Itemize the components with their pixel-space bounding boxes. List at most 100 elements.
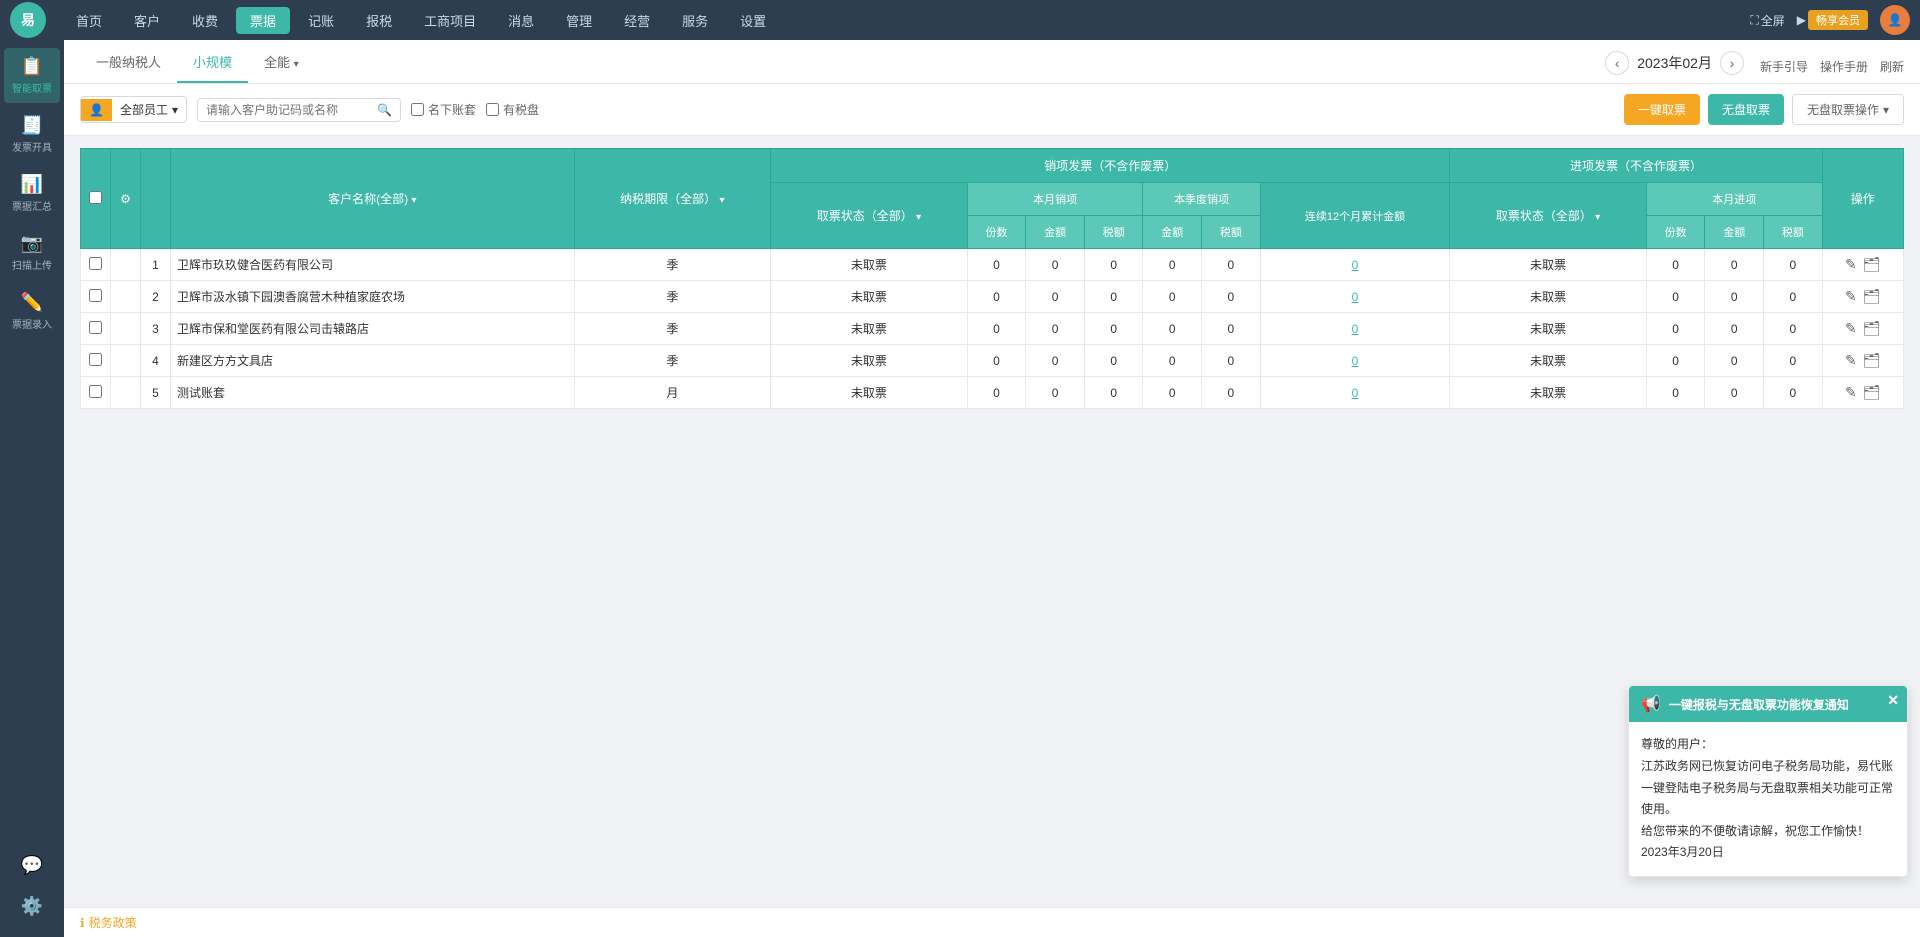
row-sales-monthly-amount: 0	[1026, 281, 1085, 313]
next-month-btn[interactable]: ›	[1720, 51, 1744, 75]
no-disk-ops-btn[interactable]: 无盘取票操作 ▾	[1792, 94, 1904, 125]
nav-operation[interactable]: 经营	[610, 7, 664, 34]
status-text[interactable]: 税务政策	[89, 914, 137, 931]
th-tax-period: 纳税期限（全部） ▾	[574, 149, 771, 249]
user-avatar[interactable]: 👤	[1880, 5, 1910, 35]
row-sales-quarterly-tax: 0	[1202, 345, 1261, 377]
tab-all[interactable]: 全能 ▾	[248, 42, 315, 83]
nav-business[interactable]: 工商项目	[410, 7, 490, 34]
no-disk-ticket-btn[interactable]: 无盘取票	[1708, 94, 1784, 125]
nav-tax[interactable]: 报税	[352, 7, 406, 34]
row-num: 3	[141, 313, 171, 345]
fullscreen-btn[interactable]: ⛶ 全屏	[1750, 12, 1784, 29]
row-checkbox[interactable]	[89, 353, 102, 366]
th-sales-status[interactable]: 取票状态（全部） ▾	[771, 183, 968, 249]
row-checkbox[interactable]	[89, 289, 102, 302]
nav-home[interactable]: 首页	[62, 7, 116, 34]
row-actions: ✎ 🗂	[1822, 249, 1903, 281]
new-guide-btn[interactable]: 新手引导	[1760, 58, 1808, 75]
tax-period-filter-icon[interactable]: ▾	[720, 195, 725, 206]
filter-icon[interactable]: ▾	[411, 195, 416, 206]
manual-btn[interactable]: 操作手册	[1820, 58, 1868, 75]
sidebar-item-invoice-summary[interactable]: 📊 票据汇总	[4, 166, 60, 221]
search-btn[interactable]: 🔍	[369, 99, 400, 121]
purchase-status-filter[interactable]: ▾	[1595, 212, 1600, 223]
sidebar-item-smart-ticket[interactable]: 📋 智能取票	[4, 48, 60, 103]
row-num: 5	[141, 377, 171, 409]
select-all-checkbox[interactable]	[89, 191, 102, 204]
row-purchase-monthly-amount: 0	[1705, 313, 1764, 345]
view-icon[interactable]: 🗂	[1863, 352, 1881, 369]
view-icon[interactable]: 🗂	[1863, 320, 1881, 337]
one-key-ticket-btn[interactable]: 一键取票	[1624, 94, 1700, 125]
row-sales-12m[interactable]: 0	[1260, 377, 1450, 409]
th-purchase-status[interactable]: 取票状态（全部） ▾	[1450, 183, 1647, 249]
employee-select[interactable]: 👤 全部员工 ▾	[80, 96, 187, 123]
row-purchase-monthly-amount: 0	[1705, 345, 1764, 377]
nav-fees[interactable]: 收费	[178, 7, 232, 34]
tab-small-scale[interactable]: 小规模	[177, 42, 248, 83]
nav-service[interactable]: 服务	[668, 7, 722, 34]
edit-icon[interactable]: ✎	[1845, 352, 1857, 369]
row-sales-12m[interactable]: 0	[1260, 313, 1450, 345]
info-icon: ℹ	[80, 916, 85, 930]
view-icon[interactable]: 🗂	[1863, 288, 1881, 305]
search-input[interactable]	[198, 99, 369, 121]
nav-customer[interactable]: 客户	[120, 7, 174, 34]
th-gear[interactable]: ⚙	[111, 149, 141, 249]
name-account-checkbox[interactable]: 名下账套	[411, 101, 476, 118]
row-actions: ✎ 🗂	[1822, 313, 1903, 345]
row-purchase-status: 未取票	[1450, 313, 1647, 345]
has-taxdisk-checkbox[interactable]: 有税盘	[486, 101, 539, 118]
vip-icon: ▶	[1797, 13, 1806, 27]
vip-badge[interactable]: 畅享会员	[1808, 10, 1868, 30]
has-taxdisk-check[interactable]	[486, 103, 499, 116]
th-sm-amount: 金额	[1026, 216, 1085, 249]
row-customer-name[interactable]: 新建区方方文具店	[171, 345, 575, 377]
row-sales-12m[interactable]: 0	[1260, 345, 1450, 377]
nav-settings[interactable]: 设置	[726, 7, 780, 34]
row-sales-12m[interactable]: 0	[1260, 281, 1450, 313]
name-account-check[interactable]	[411, 103, 424, 116]
top-nav: 易 首页 客户 收费 票据 记账 报税 工商项目 消息 管理 经营 服务 设置 …	[0, 0, 1920, 40]
th-purchase-group: 进项发票（不含作废票）	[1450, 149, 1822, 183]
sidebar-item-invoice-entry[interactable]: ✏️ 票据录入	[4, 284, 60, 339]
row-purchase-monthly-shares: 0	[1646, 377, 1705, 409]
refresh-btn[interactable]: 刷新	[1880, 58, 1904, 75]
sidebar-item-settings[interactable]: ⚙️	[4, 888, 60, 925]
tab-general-taxpayer[interactable]: 一般纳税人	[80, 42, 177, 83]
row-customer-name[interactable]: 卫辉市玖玖健合医药有限公司	[171, 249, 575, 281]
nav-invoice[interactable]: 票据	[236, 7, 290, 34]
row-customer-name[interactable]: 卫辉市保和堂医药有限公司击辕路店	[171, 313, 575, 345]
sidebar-item-scan-upload[interactable]: 📷 扫描上传	[4, 225, 60, 280]
row-sales-monthly-shares: 0	[967, 313, 1026, 345]
row-checkbox[interactable]	[89, 385, 102, 398]
edit-icon[interactable]: ✎	[1845, 384, 1857, 401]
view-icon[interactable]: 🗂	[1863, 256, 1881, 273]
edit-icon[interactable]: ✎	[1845, 256, 1857, 273]
sidebar-item-invoice-issue[interactable]: 🧾 发票开具	[4, 107, 60, 162]
sidebar-item-help[interactable]: 💬	[4, 847, 60, 884]
view-icon[interactable]: 🗂	[1863, 384, 1881, 401]
notif-close-btn[interactable]: ✕	[1887, 692, 1899, 709]
row-sales-12m[interactable]: 0	[1260, 249, 1450, 281]
edit-icon[interactable]: ✎	[1845, 320, 1857, 337]
edit-icon[interactable]: ✎	[1845, 288, 1857, 305]
dropdown-icon: ▾	[172, 103, 178, 117]
row-tax-period: 季	[574, 313, 771, 345]
row-customer-name[interactable]: 卫辉市汲水镇下园澳香腐营木种植家庭农场	[171, 281, 575, 313]
status-bar[interactable]: ℹ 税务政策	[64, 907, 1920, 937]
vip-section[interactable]: ▶ 畅享会员	[1797, 10, 1868, 30]
nav-message[interactable]: 消息	[494, 7, 548, 34]
row-checkbox[interactable]	[89, 257, 102, 270]
row-customer-name[interactable]: 测试账套	[171, 377, 575, 409]
nav-manage[interactable]: 管理	[552, 7, 606, 34]
row-checkbox[interactable]	[89, 321, 102, 334]
th-sq-amount: 金额	[1143, 216, 1202, 249]
row-sales-monthly-amount: 0	[1026, 377, 1085, 409]
th-pm-shares: 份数	[1646, 216, 1705, 249]
sales-status-filter[interactable]: ▾	[916, 212, 921, 223]
prev-month-btn[interactable]: ‹	[1605, 51, 1629, 75]
nav-bookkeeping[interactable]: 记账	[294, 7, 348, 34]
employee-value[interactable]: 全部员工 ▾	[112, 97, 186, 122]
